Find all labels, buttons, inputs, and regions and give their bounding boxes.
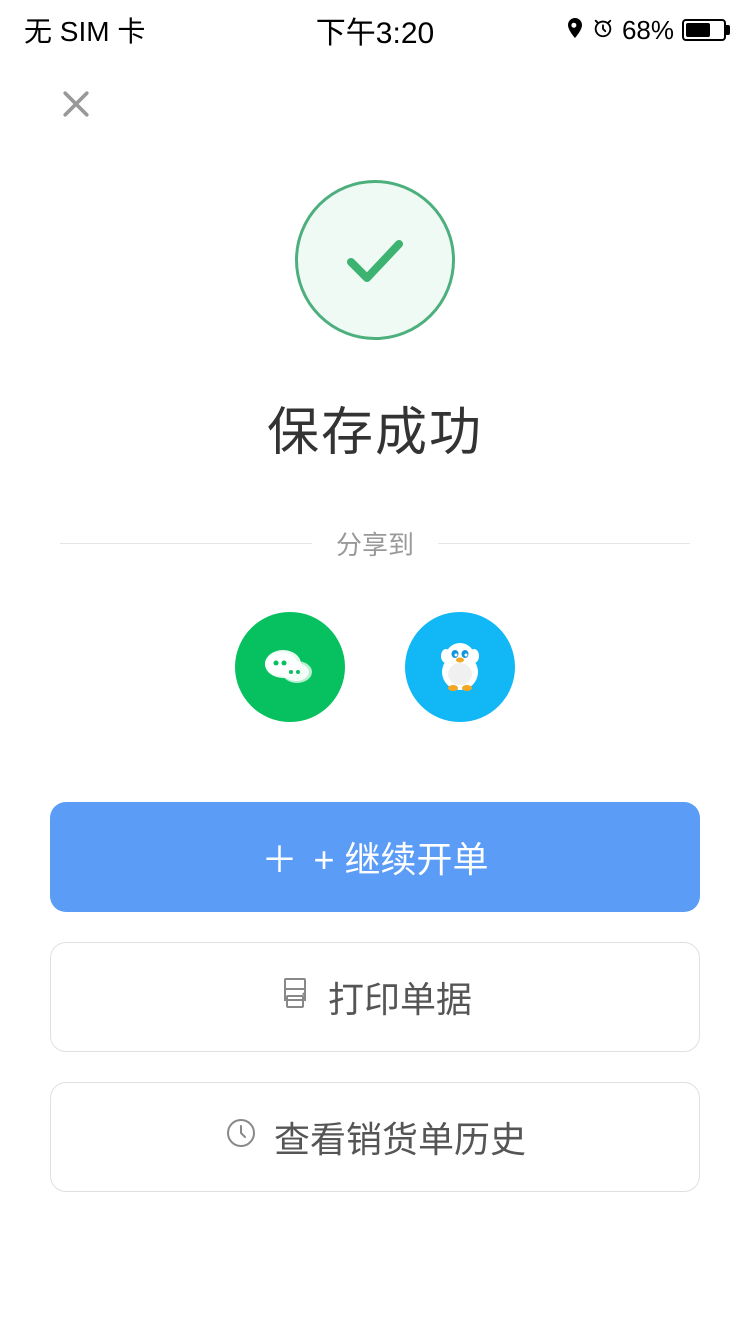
action-buttons: ＋ + 继续开单 打印单据 查看销货单历史	[0, 802, 750, 1192]
print-label: 打印单据	[328, 971, 472, 1023]
print-icon	[278, 976, 312, 1019]
divider-line-right	[438, 543, 690, 544]
divider-line-left	[60, 543, 312, 544]
qq-share-button[interactable]	[405, 612, 515, 722]
status-left: 无 SIM 卡	[24, 10, 153, 50]
location-icon	[566, 15, 584, 46]
alarm-icon	[592, 15, 614, 46]
status-time: 下午3:20	[316, 8, 434, 52]
success-title: 保存成功	[267, 390, 483, 465]
continue-order-label: + 继续开单	[313, 831, 488, 883]
history-button[interactable]: 查看销货单历史	[50, 1082, 700, 1192]
share-label: 分享到	[312, 525, 438, 562]
main-content: 保存成功 分享到	[0, 60, 750, 1192]
history-label: 查看销货单历史	[274, 1111, 526, 1163]
plus-icon: ＋	[261, 831, 297, 883]
clock-icon	[224, 1116, 258, 1159]
status-right: 68%	[566, 15, 726, 46]
share-icons	[235, 612, 515, 722]
print-button[interactable]: 打印单据	[50, 942, 700, 1052]
close-button[interactable]	[48, 76, 104, 132]
wechat-share-button[interactable]	[235, 612, 345, 722]
status-bar: 无 SIM 卡 下午3:20 68%	[0, 0, 750, 60]
success-icon	[295, 180, 455, 340]
continue-order-button[interactable]: ＋ + 继续开单	[50, 802, 700, 912]
share-divider: 分享到	[0, 525, 750, 562]
battery-percent: 68%	[622, 15, 674, 46]
battery-icon	[682, 19, 726, 41]
carrier-text: 无 SIM 卡	[24, 10, 145, 50]
